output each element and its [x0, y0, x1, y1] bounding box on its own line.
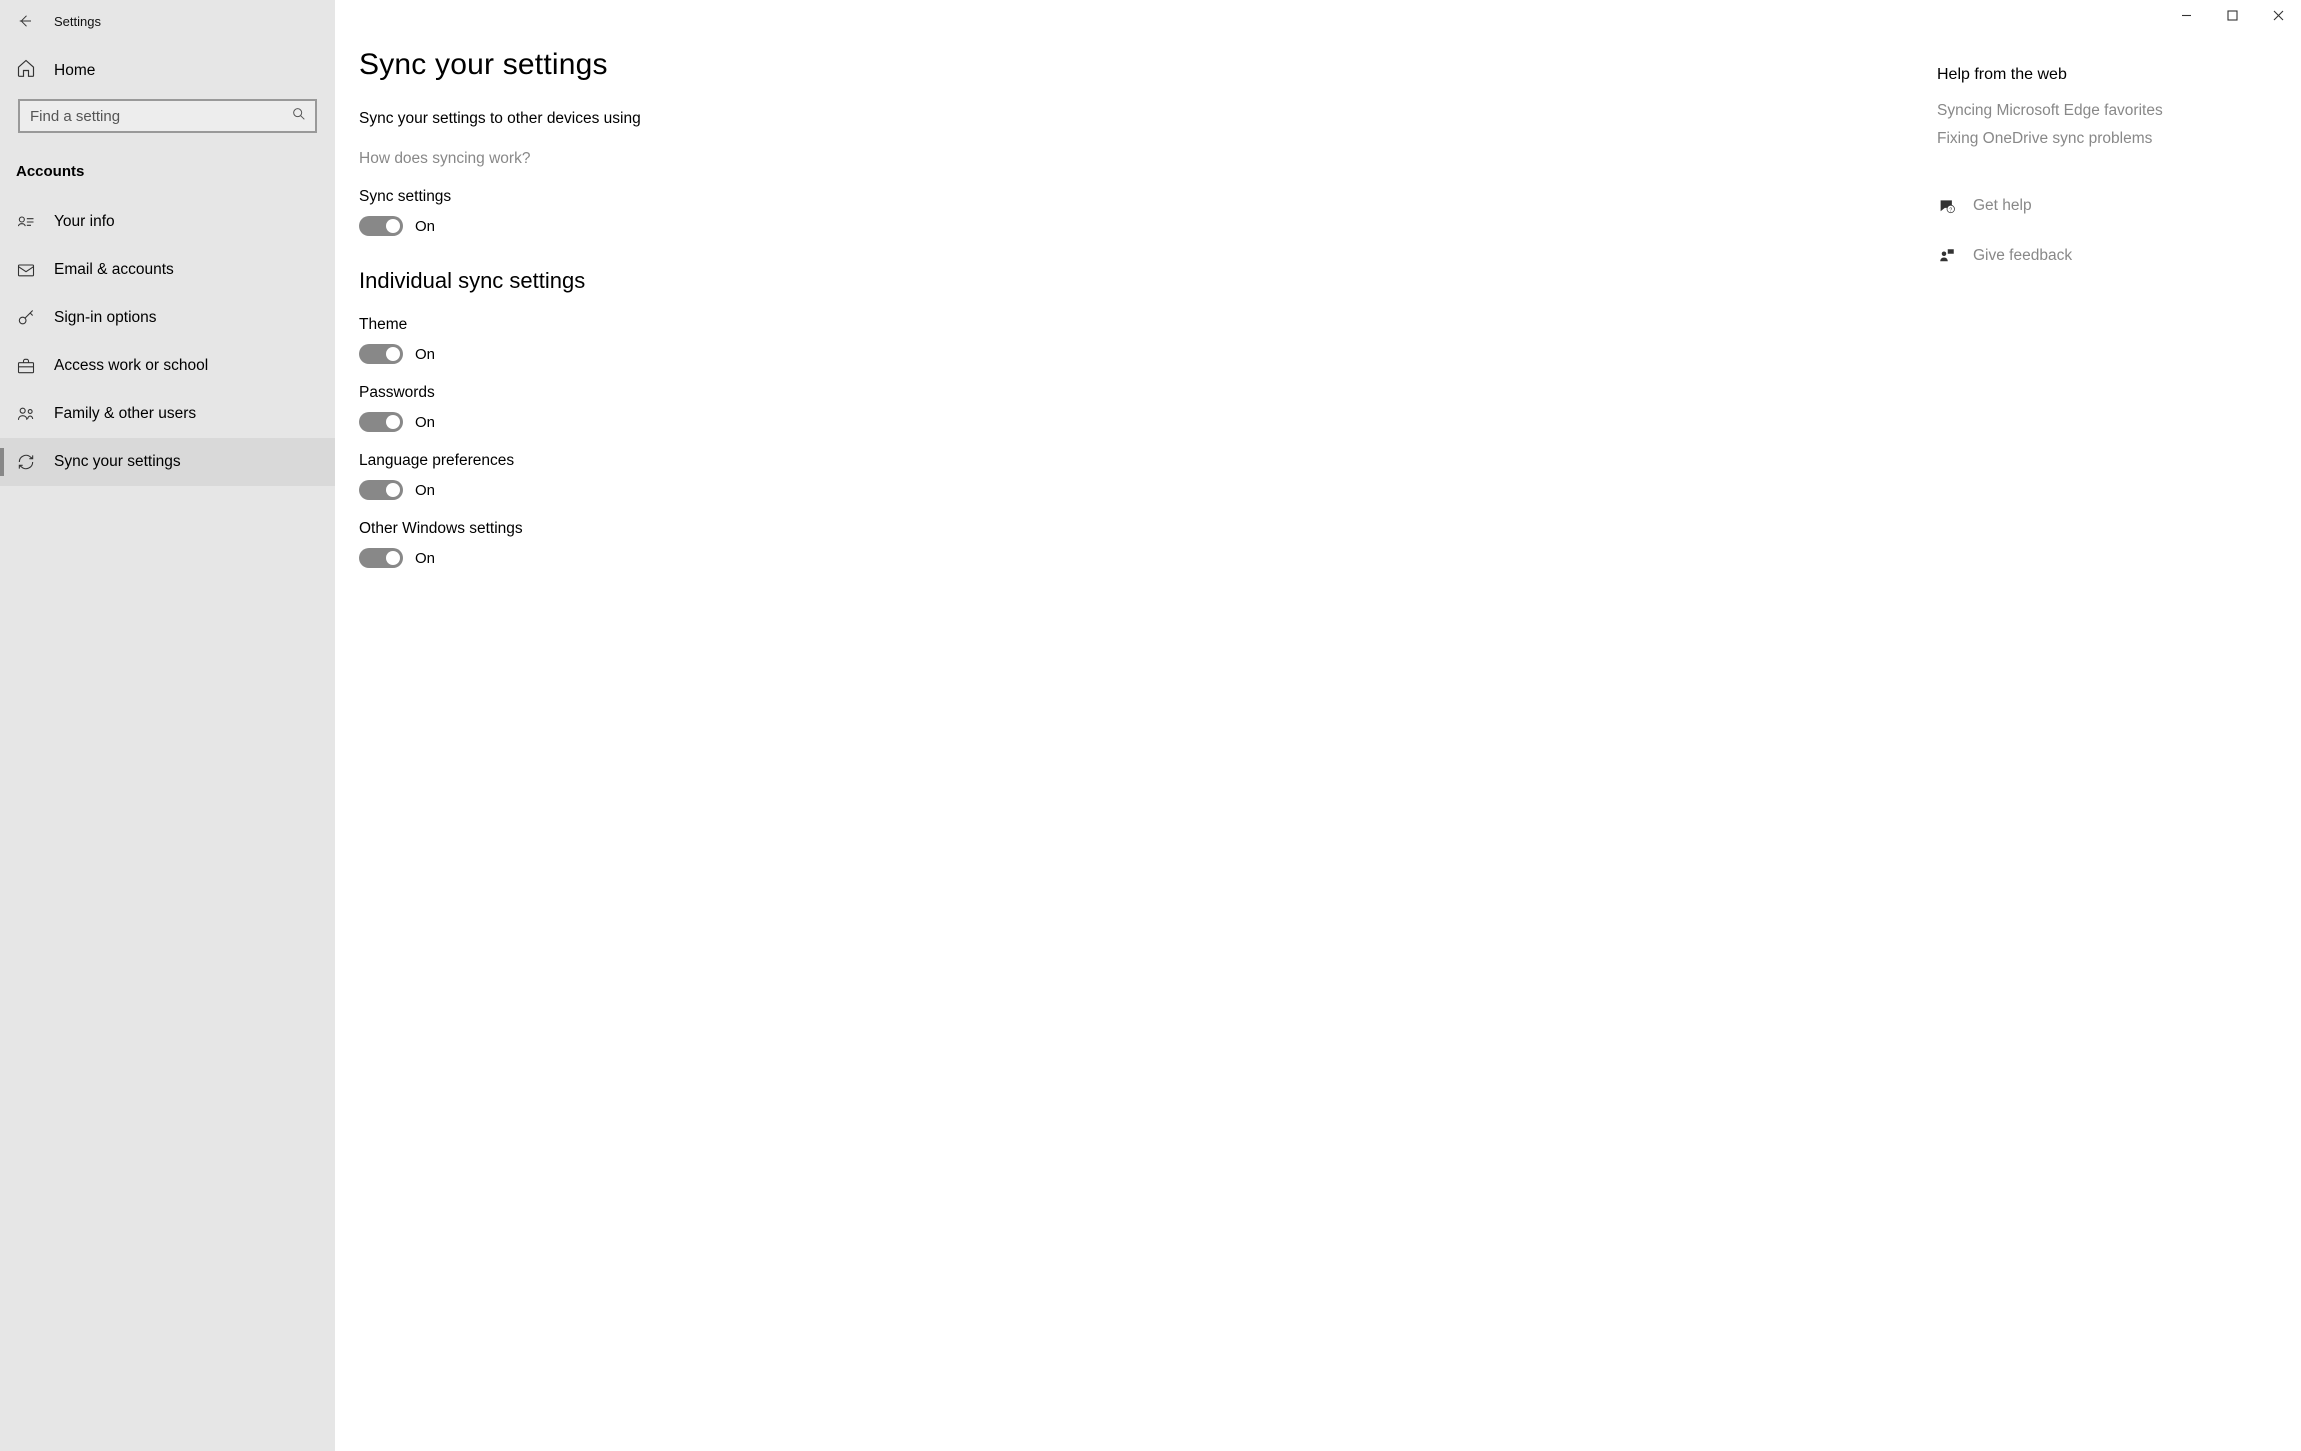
page-title: Sync your settings [359, 48, 1059, 82]
toggle-row: On [359, 480, 1059, 500]
sidebar-item-sign-in-options[interactable]: Sign-in options [0, 294, 335, 342]
content: Sync your settings Sync your settings to… [335, 0, 2301, 1451]
action-label: Get help [1973, 197, 2032, 215]
toggle-row: On [359, 344, 1059, 364]
arrow-left-icon [16, 12, 34, 30]
sidebar-item-label: Your info [54, 213, 115, 231]
theme-block: Theme On [359, 316, 1059, 364]
maximize-button[interactable] [2209, 0, 2255, 30]
help-column: Help from the web Syncing Microsoft Edge… [1937, 48, 2277, 1427]
settings-column: Sync your settings Sync your settings to… [359, 48, 1059, 1427]
key-icon [16, 308, 36, 328]
chat-help-icon: ? [1937, 196, 1957, 216]
toggle-row: On [359, 412, 1059, 432]
minimize-icon [2181, 10, 2192, 21]
window-controls [2163, 0, 2301, 30]
sidebar-item-label: Access work or school [54, 357, 208, 375]
close-icon [2273, 10, 2284, 21]
language-block: Language preferences On [359, 452, 1059, 500]
back-button[interactable] [14, 10, 36, 32]
toggle-state-label: On [415, 414, 435, 431]
toggle-state-label: On [415, 550, 435, 567]
sync-settings-toggle[interactable] [359, 216, 403, 236]
window-title: Settings [54, 14, 101, 29]
search-container [0, 99, 335, 145]
sync-icon [16, 452, 36, 472]
sidebar: Settings Home Accounts Your info Email &… [0, 0, 335, 1451]
sidebar-item-label: Sync your settings [54, 453, 181, 471]
toggle-row: On [359, 548, 1059, 568]
setting-label: Language preferences [359, 452, 1059, 470]
sidebar-section-header: Accounts [0, 145, 335, 198]
home-icon [16, 58, 36, 83]
search-icon [291, 106, 307, 126]
setting-label: Sync settings [359, 188, 1059, 206]
sidebar-item-sync-settings[interactable]: Sync your settings [0, 438, 335, 486]
help-link-edge-favorites[interactable]: Syncing Microsoft Edge favorites [1937, 102, 2277, 120]
sidebar-item-label: Email & accounts [54, 261, 174, 279]
other-windows-block: Other Windows settings On [359, 520, 1059, 568]
sidebar-item-your-info[interactable]: Your info [0, 198, 335, 246]
mail-icon [16, 260, 36, 280]
maximize-icon [2227, 10, 2238, 21]
sync-settings-block: Sync settings On [359, 188, 1059, 236]
setting-label: Other Windows settings [359, 520, 1059, 538]
help-title: Help from the web [1937, 66, 2277, 84]
sidebar-item-family-users[interactable]: Family & other users [0, 390, 335, 438]
briefcase-icon [16, 356, 36, 376]
action-label: Give feedback [1973, 247, 2072, 265]
sidebar-item-access-work-school[interactable]: Access work or school [0, 342, 335, 390]
search-input[interactable] [30, 108, 291, 125]
individual-sync-heading: Individual sync settings [359, 268, 1059, 294]
svg-text:?: ? [1949, 207, 1952, 213]
sidebar-item-home[interactable]: Home [0, 40, 335, 99]
search-box[interactable] [18, 99, 317, 133]
sidebar-item-label: Sign-in options [54, 309, 157, 327]
toggle-state-label: On [415, 482, 435, 499]
person-card-icon [16, 212, 36, 232]
help-link-onedrive-sync[interactable]: Fixing OneDrive sync problems [1937, 130, 2277, 148]
feedback-icon [1937, 246, 1957, 266]
toggle-row: On [359, 216, 1059, 236]
setting-label: Passwords [359, 384, 1059, 402]
sidebar-item-label: Home [54, 62, 95, 80]
sidebar-item-email-accounts[interactable]: Email & accounts [0, 246, 335, 294]
titlebar: Settings [0, 0, 335, 40]
passwords-block: Passwords On [359, 384, 1059, 432]
setting-label: Theme [359, 316, 1059, 334]
sync-subtitle: Sync your settings to other devices usin… [359, 110, 1059, 128]
minimize-button[interactable] [2163, 0, 2209, 30]
sidebar-item-label: Family & other users [54, 405, 196, 423]
other-windows-toggle[interactable] [359, 548, 403, 568]
toggle-state-label: On [415, 346, 435, 363]
get-help-row[interactable]: ? Get help [1937, 196, 2277, 216]
theme-toggle[interactable] [359, 344, 403, 364]
passwords-toggle[interactable] [359, 412, 403, 432]
toggle-state-label: On [415, 218, 435, 235]
main-area: Sync your settings Sync your settings to… [335, 0, 2301, 1451]
how-syncing-works-link[interactable]: How does syncing work? [359, 150, 1059, 168]
close-button[interactable] [2255, 0, 2301, 30]
language-toggle[interactable] [359, 480, 403, 500]
give-feedback-row[interactable]: Give feedback [1937, 246, 2277, 266]
people-icon [16, 404, 36, 424]
